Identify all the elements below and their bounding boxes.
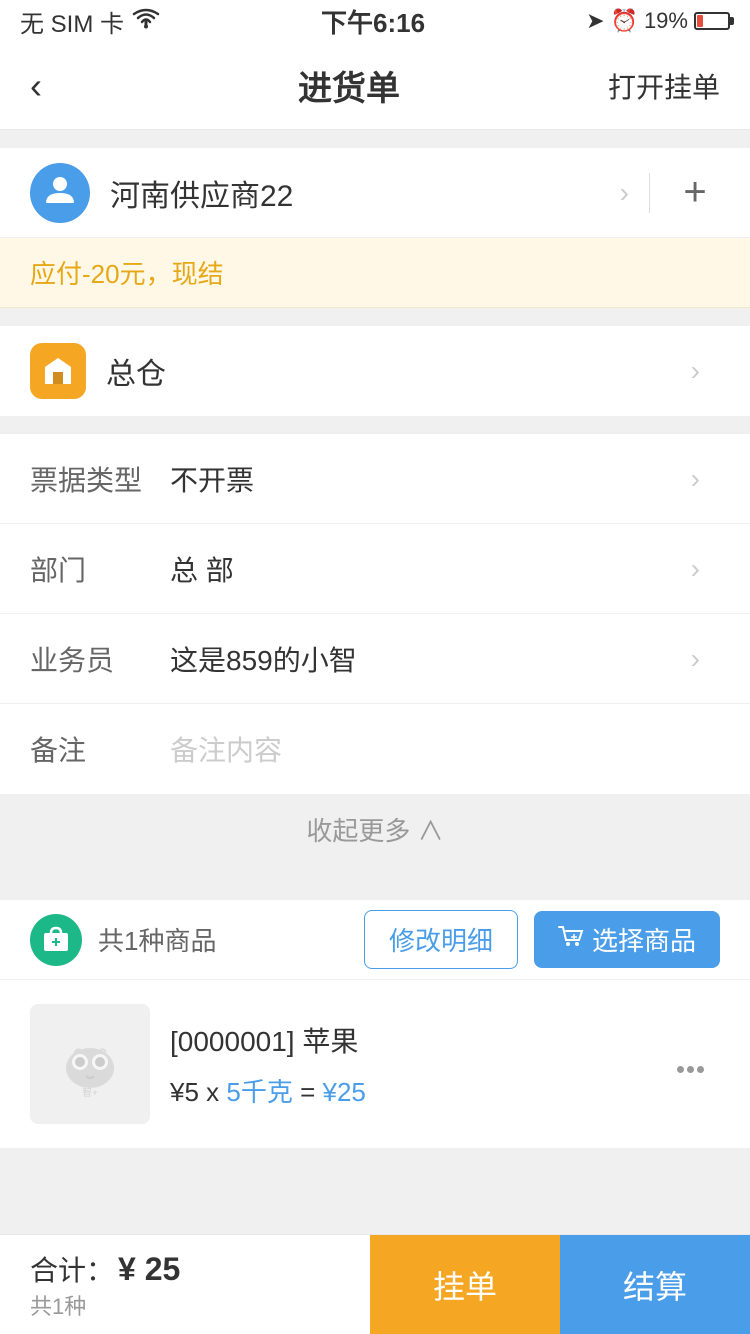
remark-label: 备注 [30, 729, 170, 769]
checkout-button[interactable]: 结算 [560, 1235, 750, 1334]
status-bar: 无 SIM 卡 下午6:16 ➤ ⏰ 19% [0, 0, 750, 42]
product-item: 智+ [0000001] 苹果 ¥5 x 5千克 = ¥25 [0, 980, 750, 1148]
invoice-chevron-icon: › [691, 463, 700, 495]
dept-chevron-icon: › [691, 553, 700, 585]
battery-percent: 19% [644, 8, 688, 34]
divider-2 [0, 308, 750, 326]
open-pending-button[interactable]: 打开挂单 [608, 66, 720, 106]
cart-icon [558, 924, 584, 955]
salesman-value: 这是859的小智 [170, 639, 691, 679]
dept-row[interactable]: 部门 总 部 › [0, 524, 750, 614]
status-left: 无 SIM 卡 [20, 4, 160, 39]
supplier-chevron-icon: › [620, 177, 629, 209]
remark-input[interactable]: 备注内容 [170, 729, 720, 769]
warehouse-icon [30, 343, 86, 399]
alarm-icon: ⏰ [611, 8, 638, 34]
dept-value: 总 部 [170, 549, 691, 589]
add-supplier-button[interactable]: + [670, 170, 720, 215]
total-section: 合计： ¥ 25 共1种 [0, 1235, 370, 1334]
product-section: 共1种商品 修改明细 选择商品 [0, 900, 750, 1148]
modify-detail-button[interactable]: 修改明细 [364, 910, 518, 969]
nav-bar: ‹ 进货单 打开挂单 [0, 42, 750, 130]
remark-row[interactable]: 备注 备注内容 [0, 704, 750, 794]
salesman-chevron-icon: › [691, 643, 700, 675]
status-right: ➤ ⏰ 19% [586, 8, 730, 34]
total-amount: ¥ 25 [118, 1251, 180, 1288]
product-thumbnail: 智+ [30, 1004, 150, 1124]
salesman-label: 业务员 [30, 639, 170, 679]
total-sub-label: 共1种 [30, 1289, 340, 1321]
pending-button[interactable]: 挂单 [370, 1235, 560, 1334]
product-info: [0000001] 苹果 ¥5 x 5千克 = ¥25 [170, 1020, 660, 1109]
carrier-text: 无 SIM 卡 [20, 4, 124, 39]
invoice-row[interactable]: 票据类型 不开票 › [0, 434, 750, 524]
collapse-label: 收起更多 ∧ [306, 811, 443, 848]
warehouse-row[interactable]: 总仓 › [0, 326, 750, 416]
product-count-label: 共1种商品 [98, 921, 364, 958]
divider-3 [0, 864, 750, 882]
warehouse-chevron-icon: › [691, 355, 700, 387]
supplier-row[interactable]: 河南供应商22 › + [0, 148, 750, 238]
avatar-icon [42, 171, 78, 214]
product-name: [0000001] 苹果 [170, 1020, 660, 1060]
wifi-icon [132, 7, 160, 36]
supplier-avatar [30, 163, 90, 223]
collapse-button[interactable]: 收起更多 ∧ [0, 794, 750, 864]
notice-text: 应付-20元，现结 [30, 259, 224, 289]
warehouse-section: 总仓 › [0, 326, 750, 416]
status-time: 下午6:16 [321, 3, 425, 40]
product-quantity: 5千克 [226, 1077, 292, 1107]
location-icon: ➤ [586, 8, 604, 34]
salesman-row[interactable]: 业务员 这是859的小智 › [0, 614, 750, 704]
supplier-section: 河南供应商22 › + 应付-20元，现结 [0, 148, 750, 308]
product-more-button[interactable] [660, 1047, 720, 1081]
product-price: ¥5 x 5千克 = ¥25 [170, 1072, 660, 1109]
warehouse-name: 总仓 [106, 349, 691, 393]
bottom-bar: 合计： ¥ 25 共1种 挂单 结算 [0, 1234, 750, 1334]
select-product-button[interactable]: 选择商品 [534, 911, 720, 968]
back-button[interactable]: ‹ [30, 65, 90, 107]
product-header: 共1种商品 修改明细 选择商品 [0, 900, 750, 980]
svg-text:智+: 智+ [82, 1086, 98, 1099]
product-section-icon [30, 914, 82, 966]
supplier-name: 河南供应商22 [110, 171, 620, 215]
dept-label: 部门 [30, 549, 170, 589]
form-section: 票据类型 不开票 › 部门 总 部 › 业务员 这是859的小智 › 备注 备注… [0, 434, 750, 794]
invoice-label: 票据类型 [30, 459, 170, 499]
vertical-divider [649, 173, 650, 213]
invoice-value: 不开票 [170, 459, 691, 499]
total-label: 合计： [30, 1249, 114, 1289]
notice-bar: 应付-20元，现结 [0, 238, 750, 308]
select-product-label: 选择商品 [592, 921, 696, 958]
divider-1 [0, 130, 750, 148]
page-title: 进货单 [298, 61, 400, 110]
battery-icon [694, 12, 730, 30]
product-total: ¥25 [322, 1077, 365, 1107]
